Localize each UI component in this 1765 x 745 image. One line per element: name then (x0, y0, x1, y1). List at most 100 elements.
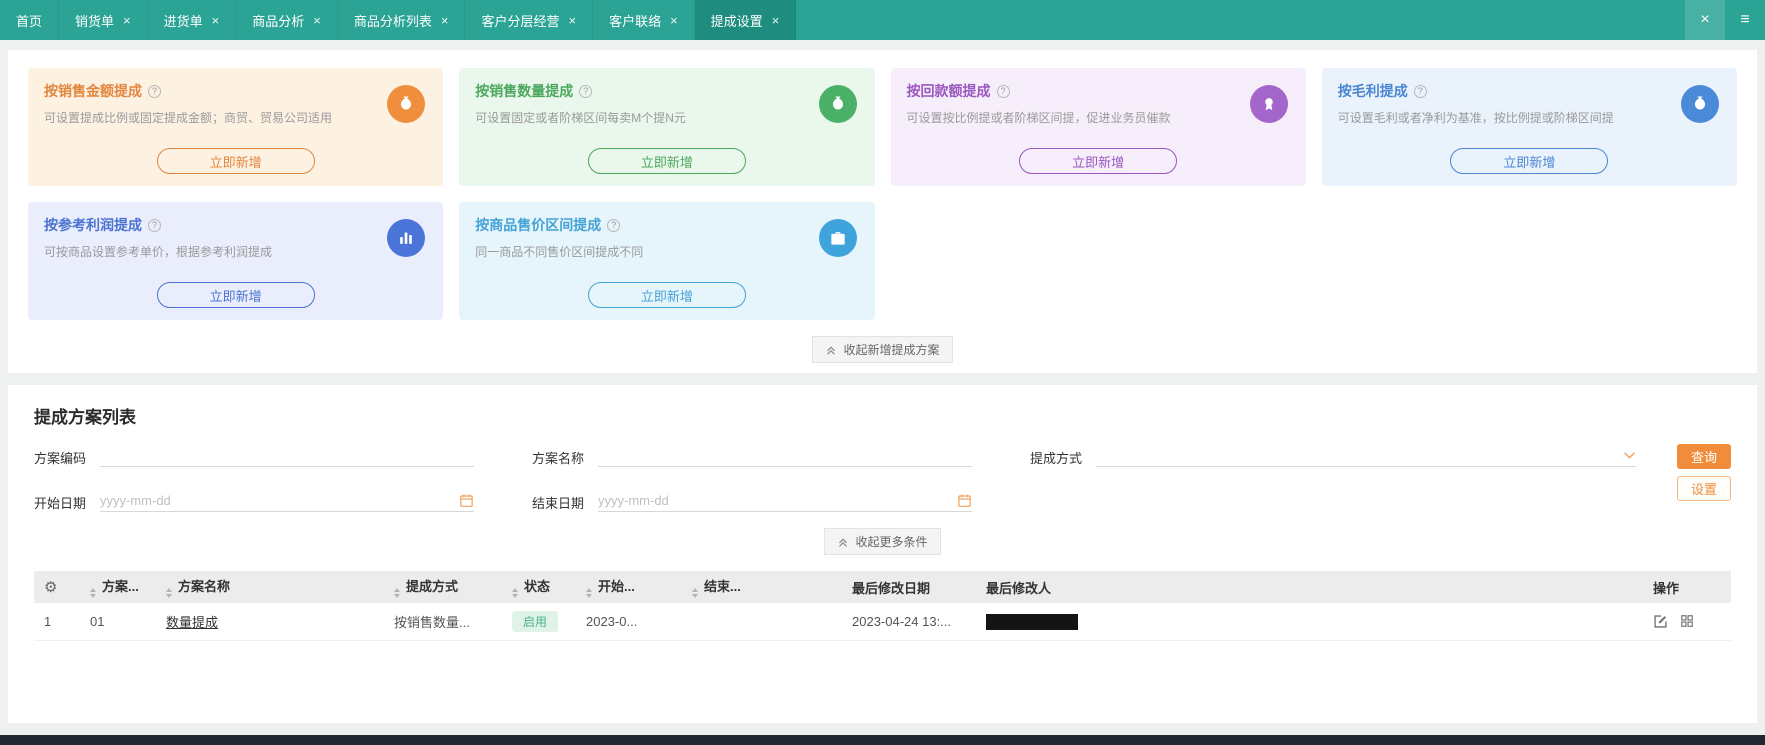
tab-product-analysis[interactable]: 商品分析 × (236, 0, 338, 40)
close-icon[interactable]: × (441, 14, 449, 27)
plan-name-input[interactable] (598, 448, 972, 463)
card-title: 按销售金额提成 (44, 83, 142, 99)
add-now-button[interactable]: 立即新增 (156, 148, 315, 174)
briefcase-icon (818, 219, 857, 257)
header-plan-name[interactable]: 方案名称 (156, 571, 384, 603)
header-commission-method[interactable]: 提成方式 (384, 571, 502, 603)
page-content: 按销售金额提成 ? 可设置提成比例或固定提成金额；商贸、贸易公司适用 立即新增 … (8, 50, 1757, 723)
double-chevron-up-icon (839, 537, 848, 547)
sort-icon[interactable] (394, 588, 400, 598)
end-date-input[interactable] (598, 493, 951, 508)
card-sales-quantity-commission: 按销售数量提成 ? 可设置固定或者阶梯区间每卖M个提N元 立即新增 (459, 68, 875, 186)
sort-icon[interactable] (512, 588, 518, 598)
tab-purchase-order[interactable]: 进货单 × (148, 0, 237, 40)
card-head: 按销售数量提成 ? (475, 81, 858, 101)
gear-icon[interactable]: ⚙ (44, 579, 57, 596)
field-label: 开始日期 (34, 496, 87, 511)
money-bag-icon (387, 85, 426, 123)
plan-name-field: 方案名称 (532, 448, 972, 467)
card-title: 按参考利润提成 (44, 217, 142, 233)
cards-grid: 按销售金额提成 ? 可设置提成比例或固定提成金额；商贸、贸易公司适用 立即新增 … (28, 68, 1737, 320)
chevron-down-icon[interactable] (1623, 451, 1636, 460)
header-label: 提成方式 (406, 579, 459, 594)
header-plan-code[interactable]: 方案... (80, 571, 156, 603)
commission-method-select[interactable] (1096, 448, 1617, 463)
cell-modified-by (976, 603, 1643, 641)
card-price-range-commission: 按商品售价区间提成 ? 同一商品不同售价区间提成不同 立即新增 (459, 202, 875, 320)
plan-name-link[interactable]: 数量提成 (166, 615, 218, 630)
collapse-more-filters-button[interactable]: 收起更多条件 (824, 528, 941, 555)
grid-more-icon[interactable] (1680, 614, 1694, 628)
sort-icon[interactable] (692, 588, 698, 598)
card-title: 按回款额提成 (906, 83, 991, 99)
card-description: 可设置固定或者阶梯区间每卖M个提N元 (475, 111, 686, 125)
tab-customer-contact[interactable]: 客户联络 × (593, 0, 695, 40)
calendar-icon[interactable] (957, 493, 972, 508)
tab-label: 客户分层经营 (481, 13, 560, 29)
medal-icon (1249, 85, 1288, 123)
info-icon[interactable]: ? (1413, 84, 1427, 98)
add-now-button[interactable]: 立即新增 (1450, 148, 1609, 174)
tab-customer-segmentation[interactable]: 客户分层经营 × (465, 0, 594, 40)
header-label: 最后修改人 (986, 580, 1052, 596)
add-now-button[interactable]: 立即新增 (587, 282, 746, 308)
status-badge: 启用 (512, 610, 559, 632)
input-underline (100, 493, 474, 512)
info-icon[interactable]: ? (996, 84, 1010, 98)
header-label: 结束... (704, 579, 741, 594)
tab-sales-order[interactable]: 销货单 × (59, 0, 148, 40)
card-head: 按商品售价区间提成 ? (475, 215, 858, 235)
add-now-button[interactable]: 立即新增 (587, 148, 746, 174)
double-chevron-up-icon (827, 345, 836, 355)
tab-label: 首页 (16, 13, 43, 29)
collapse-new-plans-button[interactable]: 收起新增提成方案 (812, 336, 953, 363)
plan-table: ⚙ 方案... 方案名称 提成方式 状态 开始... 结束... 最后修改日期 … (34, 571, 1731, 641)
info-icon[interactable]: ? (148, 84, 161, 98)
add-now-button[interactable]: 立即新增 (1019, 148, 1178, 174)
header-operations: 操作 (1643, 571, 1731, 603)
start-date-field: 开始日期 (34, 493, 474, 512)
close-icon[interactable]: × (212, 14, 220, 27)
card-sales-amount-commission: 按销售金额提成 ? 可设置提成比例或固定提成金额；商贸、贸易公司适用 立即新增 (28, 68, 444, 186)
info-icon[interactable]: ? (579, 84, 593, 98)
cell-end-date (682, 603, 842, 641)
settings-button[interactable]: 设置 (1677, 476, 1731, 501)
close-icon[interactable]: × (313, 14, 321, 27)
search-button[interactable]: 查询 (1677, 444, 1731, 469)
cell-start-date: 2023-0... (576, 603, 682, 641)
tab-menu-button[interactable]: ≡ (1725, 0, 1765, 40)
bar-chart-icon (387, 219, 426, 257)
calendar-icon[interactable] (459, 493, 474, 508)
header-status[interactable]: 状态 (502, 571, 576, 603)
header-last-modified-date[interactable]: 最后修改日期 (842, 571, 976, 603)
edit-icon[interactable] (1653, 614, 1668, 629)
header-label: 开始... (598, 579, 635, 594)
start-date-input[interactable] (100, 493, 453, 508)
table-row[interactable]: 1 01 数量提成 按销售数量... 启用 2023-0... 2023-04-… (34, 603, 1731, 641)
header-last-modified-by[interactable]: 最后修改人 (976, 571, 1643, 603)
close-all-tabs-button[interactable]: × (1685, 0, 1725, 40)
tab-commission-settings[interactable]: 提成设置 × (694, 0, 797, 40)
card-head: 按参考利润提成 ? (44, 215, 427, 235)
add-now-button[interactable]: 立即新增 (156, 282, 315, 308)
sort-icon[interactable] (166, 588, 172, 598)
card-title: 按商品售价区间提成 (475, 217, 602, 233)
plan-code-input[interactable] (100, 448, 474, 463)
info-icon[interactable]: ? (148, 218, 161, 232)
sort-icon[interactable] (586, 588, 592, 598)
header-end-date[interactable]: 结束... (682, 571, 842, 603)
card-head: 按回款额提成 ? (907, 81, 1290, 101)
close-icon[interactable]: × (568, 14, 576, 27)
close-icon[interactable]: × (123, 14, 131, 27)
card-title: 按销售数量提成 (475, 83, 574, 99)
close-icon[interactable]: × (670, 14, 678, 27)
info-icon[interactable]: ? (607, 218, 621, 232)
tab-product-analysis-list[interactable]: 商品分析列表 × (338, 0, 466, 40)
sort-icon[interactable] (90, 588, 96, 598)
close-icon[interactable]: × (772, 14, 780, 27)
tab-label: 客户联络 (609, 13, 662, 29)
tab-label: 销货单 (75, 13, 115, 29)
tab-home[interactable]: 首页 (0, 0, 60, 40)
header-start-date[interactable]: 开始... (576, 571, 682, 603)
card-payment-collection-commission: 按回款额提成 ? 可设置按比例提或者阶梯区间提，促进业务员催款 立即新增 (890, 68, 1306, 186)
